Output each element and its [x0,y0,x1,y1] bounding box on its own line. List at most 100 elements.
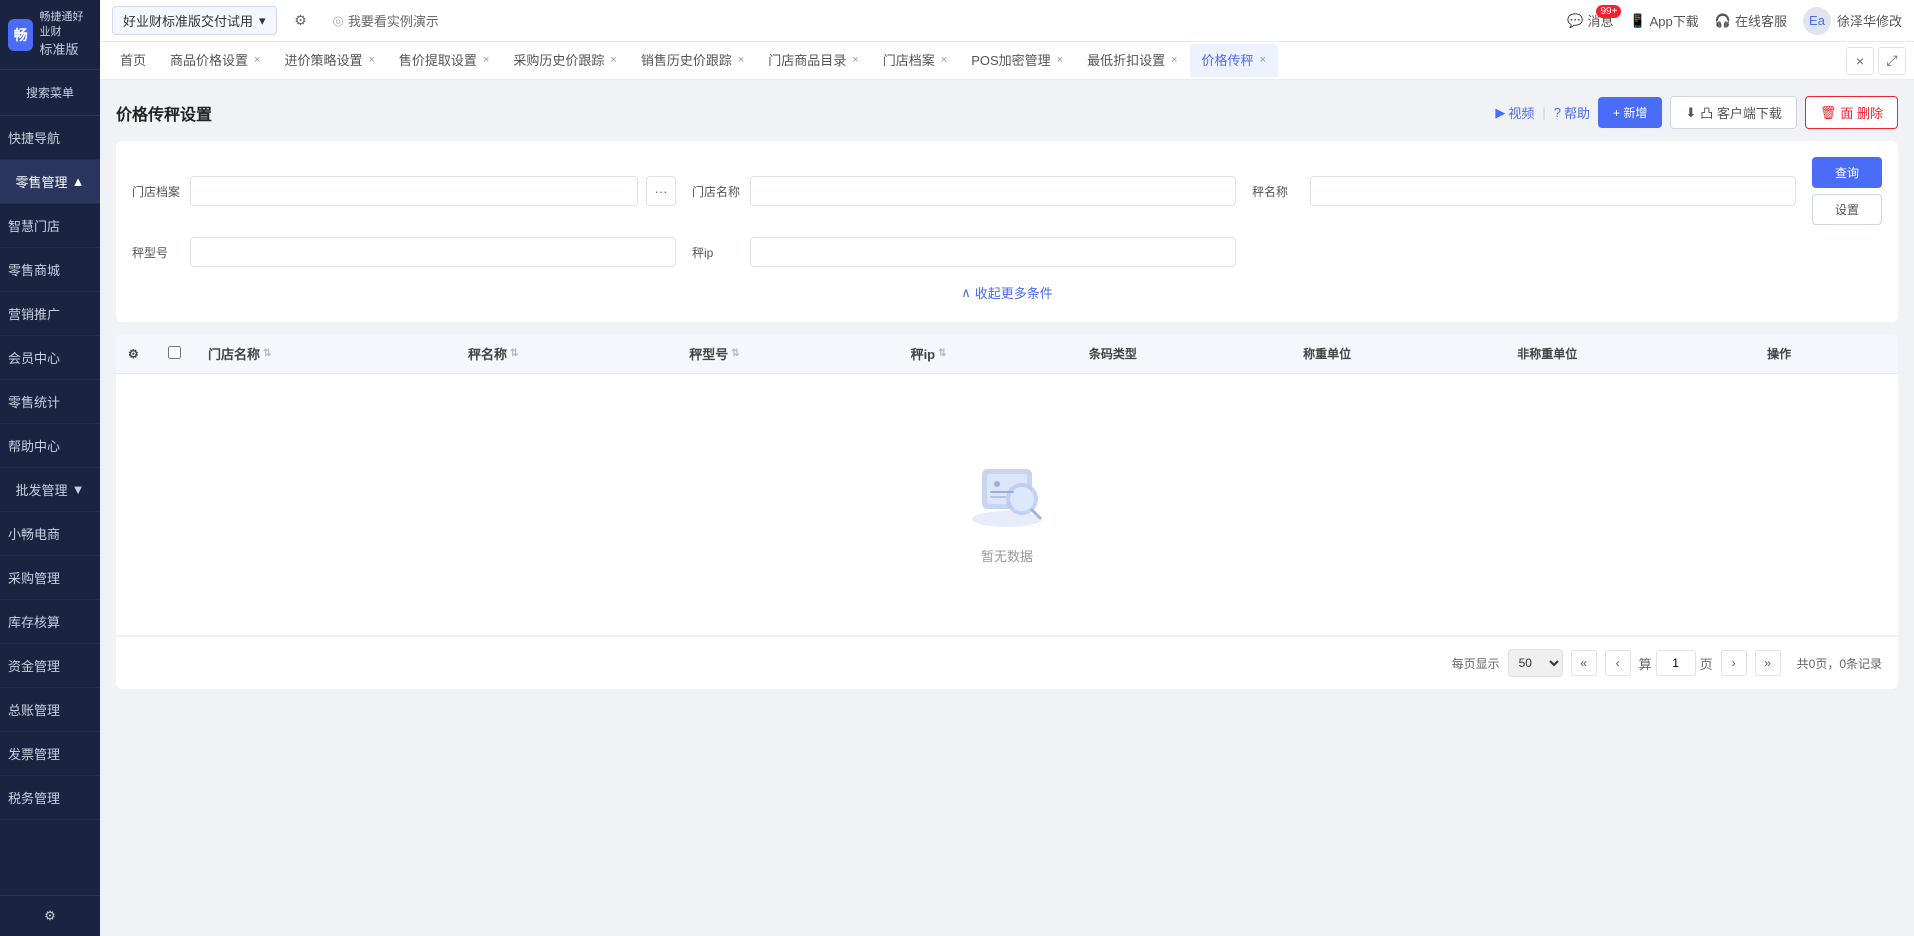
sort-icon[interactable]: ⇅ [510,348,518,359]
message-button[interactable]: 💬 消息 99+ [1567,11,1613,30]
page-input-area: 算 页 [1639,650,1713,676]
tab-home[interactable]: 首页 [108,44,158,77]
sidebar-item-marketing[interactable]: 营销推广 [0,292,100,336]
sidebar-item-xiaochangec[interactable]: 小畅电商 [0,512,100,556]
sidebar-search-area: 搜索菜单 [0,70,100,116]
tab-sale-extract[interactable]: 售价提取设置 × [387,44,501,77]
sidebar-item-invoice-manage[interactable]: 发票管理 [0,732,100,776]
version-selector-text: 好业财标准版交付试用 [123,11,253,30]
store-profile-input[interactable] [190,176,638,206]
close-icon[interactable]: × [483,54,489,66]
filter-row-1: 门店档案 ··· 门店名称 秤名称 查询 设置 [132,157,1882,225]
store-name-label: 门店名称 [692,183,742,200]
sidebar-item-general-ledger[interactable]: 总账管理 [0,688,100,732]
app-download-button[interactable]: 📱 App下载 [1629,11,1698,30]
store-name-input[interactable] [750,176,1236,206]
last-page-button[interactable]: » [1755,650,1781,676]
close-icon[interactable]: × [738,54,744,66]
close-icon[interactable]: × [368,54,374,66]
video-icon: ▶ [1495,105,1505,121]
close-icon[interactable]: × [254,54,260,66]
sidebar-item-retail-mall[interactable]: 零售商城 [0,248,100,292]
tab-purchase-strategy[interactable]: 进价策略设置 × [272,44,386,77]
tab-price-setting[interactable]: 商品价格设置 × [158,44,272,77]
th-barcode-type: 条码类型 [1077,334,1291,374]
scale-name-input[interactable] [1310,176,1796,206]
download-button[interactable]: ⬇ 凸 客户端下载 [1670,96,1797,129]
th-scale-model: 秤型号 ⇅ [677,334,898,374]
tabbar: 首页 商品价格设置 × 进价策略设置 × 售价提取设置 × 采购历史价跟踪 × … [100,42,1914,80]
sidebar-item-inventory[interactable]: 库存核算 [0,600,100,644]
tab-purchase-history[interactable]: 采购历史价跟踪 × [501,44,628,77]
close-tab-button[interactable]: × [1846,47,1874,75]
close-icon[interactable]: × [941,54,947,66]
demo-link[interactable]: ◎ 我要看实例演示 [325,7,447,34]
user-name: 徐泽华修改 [1837,11,1902,30]
scale-ip-label: 秤ip [692,244,742,261]
per-page-label: 每页显示 [1452,655,1500,672]
sidebar-item-tax-manage[interactable]: 税务管理 [0,776,100,820]
demo-text: 我要看实例演示 [348,11,439,30]
query-settings-buttons: 查询 设置 [1812,157,1882,225]
close-icon[interactable]: × [1260,54,1266,66]
sidebar-item-fund-manage[interactable]: 资金管理 [0,644,100,688]
topbar-settings-icon[interactable]: ⚙ [287,7,315,35]
user-profile-button[interactable]: Ea 徐泽华修改 [1803,7,1902,35]
app-name: 畅捷通好业财标准版 [39,10,92,59]
add-button[interactable]: + 新增 [1598,97,1662,128]
version-selector[interactable]: 好业财标准版交付试用 ▾ [112,6,277,35]
select-all-checkbox[interactable] [168,346,181,359]
sidebar-item-wholesale-manage[interactable]: 批发管理 ▼ [0,468,100,512]
sidebar-settings-button[interactable]: ⚙ [0,895,100,936]
online-service-button[interactable]: 🎧 在线客服 [1715,11,1787,30]
sidebar-item-member-center[interactable]: 会员中心 [0,336,100,380]
store-profile-dots-button[interactable]: ··· [646,176,676,206]
per-page-select[interactable]: 50 10 20 100 [1508,649,1563,677]
tab-min-discount[interactable]: 最低折扣设置 × [1075,44,1189,77]
sidebar-quick-nav[interactable]: 快捷导航 [0,116,100,160]
sidebar: 畅 畅捷通好业财标准版 搜索菜单 快捷导航 零售管理 ▲ 智慧门店 零售商城 营… [0,0,100,936]
video-link[interactable]: ▶ 视频 [1495,103,1534,122]
tab-store-profile[interactable]: 门店档案 × [871,44,959,77]
page-content: 价格传秤设置 ▶ 视频 | ? 帮助 + 新增 ⬇ 凸 客户端下载 🗑 [100,80,1914,936]
maximize-tab-button[interactable]: ⤢ [1878,47,1906,75]
close-icon[interactable]: × [1171,54,1177,66]
sidebar-item-retail-stats[interactable]: 零售统计 [0,380,100,424]
sort-icon[interactable]: ⇅ [263,348,271,359]
empty-state: 暂无数据 [128,384,1886,625]
sidebar-item-smart-store[interactable]: 智慧门店 [0,204,100,248]
empty-state-icon [962,444,1052,534]
close-icon[interactable]: × [852,54,858,66]
help-link[interactable]: ? 帮助 [1554,103,1590,122]
sidebar-item-retail-manage[interactable]: 零售管理 ▲ [0,160,100,204]
tab-sale-history[interactable]: 销售历史价跟踪 × [629,44,756,77]
query-button[interactable]: 查询 [1812,157,1882,188]
prev-page-button[interactable]: ‹ [1605,650,1631,676]
main-area: 好业财标准版交付试用 ▾ ⚙ ◎ 我要看实例演示 💬 消息 99+ 📱 App下… [100,0,1914,936]
store-profile-label: 门店档案 [132,183,182,200]
delete-button[interactable]: 🗑 面 删除 [1805,96,1898,129]
tab-price-scale[interactable]: 价格传秤 × [1190,44,1278,77]
next-page-button[interactable]: › [1721,650,1747,676]
sort-icon[interactable]: ⇅ [731,348,739,359]
filter-scale-name: 秤名称 [1252,176,1796,206]
collapse-filters-button[interactable]: ∧ 收起更多条件 [132,279,1882,306]
sidebar-item-purchase-manage[interactable]: 采购管理 [0,556,100,600]
sort-icon[interactable]: ⇅ [938,348,946,359]
th-weight-unit: 称重单位 [1291,334,1505,374]
first-page-button[interactable]: « [1571,650,1597,676]
online-service-label: 在线客服 [1735,11,1787,30]
close-icon[interactable]: × [1057,54,1063,66]
settings-button[interactable]: 设置 [1812,194,1882,225]
search-menu-button[interactable]: 搜索菜单 [8,78,92,107]
scale-model-input[interactable] [190,237,676,267]
tab-pos-manage[interactable]: POS加密管理 × [959,44,1075,77]
sidebar-item-help-center[interactable]: 帮助中心 [0,424,100,468]
tab-store-catalog[interactable]: 门店商品目录 × [756,44,870,77]
th-settings[interactable]: ⚙ [116,334,156,374]
close-icon[interactable]: × [610,54,616,66]
scale-ip-input[interactable] [750,237,1236,267]
page-number-input[interactable] [1656,650,1696,676]
filter-store-name: 门店名称 [692,176,1236,206]
help-icon: ? [1554,105,1561,120]
